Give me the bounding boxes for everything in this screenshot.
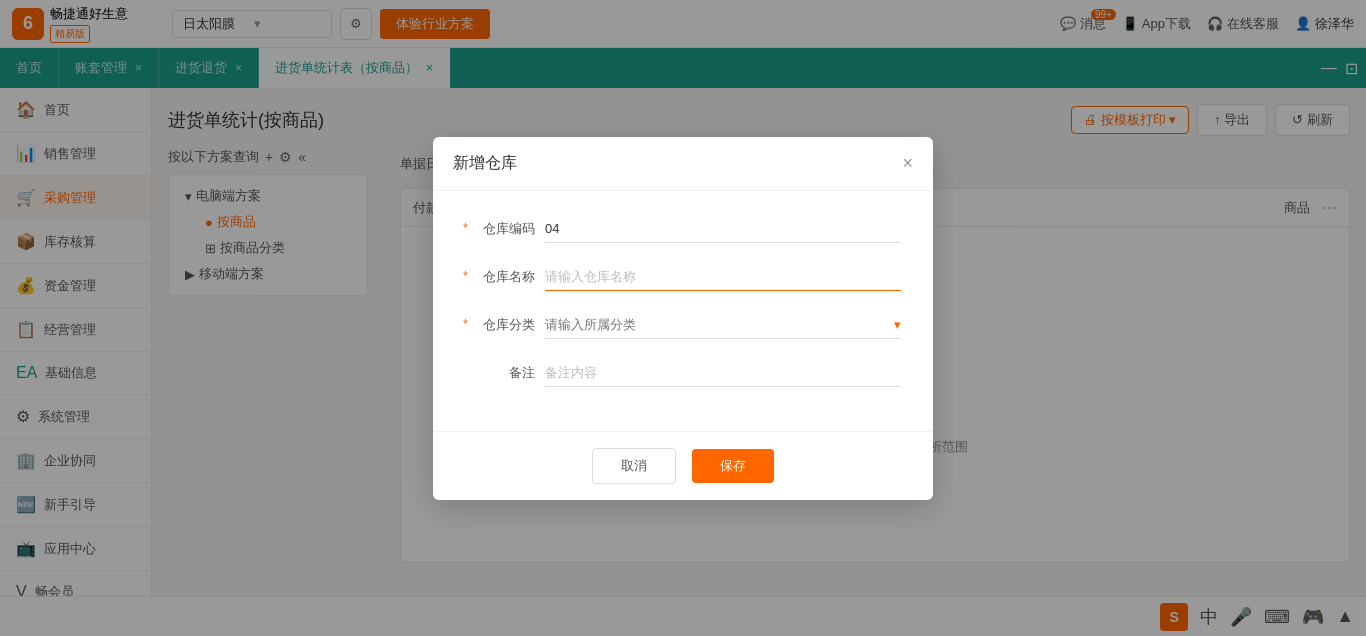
code-input[interactable] xyxy=(545,215,901,243)
dialog-overlay: 新增仓库 × 仓库编码 仓库名称 仓库分类 ▾ xyxy=(0,0,1366,636)
category-label: 仓库分类 xyxy=(465,316,545,334)
dialog-close-button[interactable]: × xyxy=(902,153,913,174)
dialog-title: 新增仓库 xyxy=(453,153,517,174)
save-button[interactable]: 保存 xyxy=(692,449,774,483)
dialog-body: 仓库编码 仓库名称 仓库分类 ▾ 备注 xyxy=(433,191,933,431)
code-label: 仓库编码 xyxy=(465,220,545,238)
category-dropdown-arrow: ▾ xyxy=(894,317,901,332)
name-input[interactable] xyxy=(545,263,901,291)
dialog-footer: 取消 保存 xyxy=(433,431,933,500)
remark-label: 备注 xyxy=(465,364,545,382)
form-row-name: 仓库名称 xyxy=(465,263,901,291)
form-row-code: 仓库编码 xyxy=(465,215,901,243)
cancel-button[interactable]: 取消 xyxy=(592,448,676,484)
name-label: 仓库名称 xyxy=(465,268,545,286)
new-warehouse-dialog: 新增仓库 × 仓库编码 仓库名称 仓库分类 ▾ xyxy=(433,137,933,500)
category-input[interactable] xyxy=(545,317,894,332)
dialog-header: 新增仓库 × xyxy=(433,137,933,191)
form-row-remark: 备注 xyxy=(465,359,901,387)
form-row-category: 仓库分类 ▾ xyxy=(465,311,901,339)
remark-input[interactable] xyxy=(545,359,901,387)
category-select-wrapper[interactable]: ▾ xyxy=(545,311,901,339)
